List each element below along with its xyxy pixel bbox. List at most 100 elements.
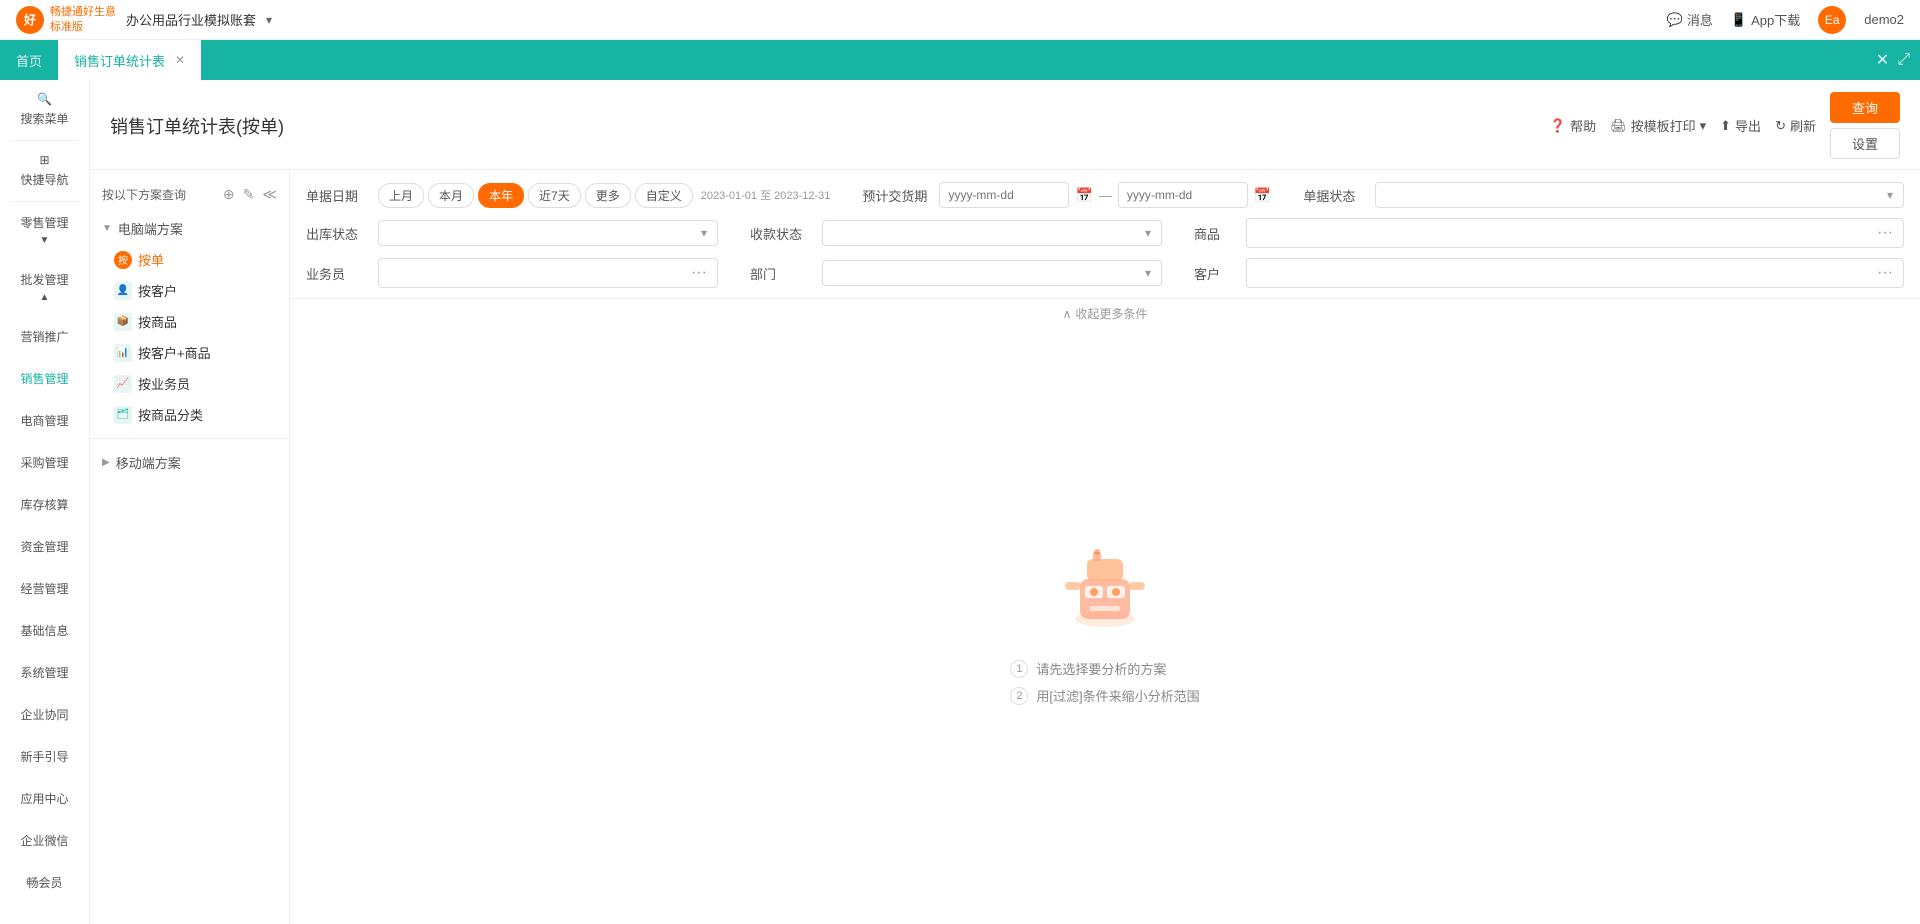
empty-state: 1 请先选择要分析的方案 2 用[过滤]条件来缩小分析范围	[290, 328, 1920, 924]
main-panel: 单据日期 上月 本月 本年 近7天 更多 自定义 2023-01-01 至 20…	[290, 170, 1920, 924]
export-icon: ⬆	[1720, 118, 1731, 134]
department-select[interactable]: ▾	[822, 260, 1162, 286]
wholesale-arrow-icon: ▲	[40, 292, 50, 303]
tab-home[interactable]: 首页	[0, 40, 58, 80]
top-bar-title: 办公用品行业模拟账套	[126, 10, 256, 29]
salesperson-more-icon[interactable]: ···	[691, 264, 707, 282]
desktop-scheme-section: ▼ 电脑端方案 按 按单 👤 按客户 📦	[90, 209, 289, 434]
scheme-by-product[interactable]: 📦 按商品	[102, 306, 289, 337]
sidebar-item-marketing[interactable]: 营销推广	[0, 316, 89, 358]
tab-close-icon[interactable]: ✕	[175, 53, 185, 67]
message-button[interactable]: 💬 消息	[1667, 10, 1713, 29]
product-select[interactable]: ···	[1246, 218, 1904, 248]
mobile-scheme-title[interactable]: ▶ 移动端方案	[90, 447, 289, 478]
collapse-panel-icon[interactable]: ≪	[262, 186, 277, 203]
mobile-scheme-section: ▶ 移动端方案	[90, 443, 289, 482]
expected-delivery-start[interactable]	[939, 182, 1069, 208]
tab-bar-right: ✕ ⤢	[1876, 50, 1920, 70]
sidebar-item-enterprise[interactable]: 企业协同	[0, 694, 89, 736]
edit-scheme-icon[interactable]: ✎	[243, 186, 255, 203]
calendar-start-icon[interactable]: 📅	[1075, 187, 1092, 204]
query-button[interactable]: 查询	[1830, 92, 1900, 123]
empty-robot-svg	[1055, 544, 1155, 634]
scheme-by-salesperson[interactable]: 📈 按业务员	[102, 368, 289, 399]
top-bar-right: 💬 消息 📱 App下载 Ea demo2	[1667, 6, 1904, 34]
mobile-expand-icon: ▶	[102, 457, 110, 468]
tip-item-1: 1 请先选择要分析的方案	[1010, 659, 1199, 678]
app-download-button[interactable]: 📱 App下载	[1731, 10, 1800, 29]
sidebar-item-finance[interactable]: 资金管理	[0, 526, 89, 568]
print-arrow-icon: ▾	[1700, 118, 1707, 134]
by-customer-icon: 👤	[114, 282, 132, 300]
salesperson-label: 业务员	[306, 264, 366, 283]
filter-section: 单据日期 上月 本月 本年 近7天 更多 自定义 2023-01-01 至 20…	[290, 170, 1920, 328]
scheme-by-category[interactable]: 🗂 按商品分类	[102, 399, 289, 430]
custom-date-btn[interactable]: 自定义	[635, 183, 693, 208]
expand-arrow-icon: ▼	[102, 223, 112, 234]
add-scheme-icon[interactable]: ⊕	[223, 186, 235, 203]
shipment-status-label: 出库状态	[306, 224, 366, 243]
payment-status-select[interactable]: ▾	[822, 220, 1162, 246]
tip-num-2: 2	[1010, 687, 1028, 705]
expected-delivery-inputs: 📅 — 📅	[939, 182, 1271, 208]
scheme-by-customer[interactable]: 👤 按客户	[102, 275, 289, 306]
payment-chevron: ▾	[1145, 226, 1151, 240]
user-name[interactable]: demo2	[1864, 12, 1904, 27]
customer-select[interactable]: ···	[1246, 258, 1904, 288]
sidebar-quick-nav[interactable]: ⊞ 快捷导航	[0, 141, 89, 201]
desktop-scheme-items: 按 按单 👤 按客户 📦 按商品 📊 按客	[90, 244, 289, 430]
department-chevron: ▾	[1145, 266, 1151, 280]
shipment-status-select[interactable]: ▾	[378, 220, 718, 246]
by-order-icon: 按	[114, 251, 132, 269]
product-more-icon[interactable]: ···	[1877, 224, 1893, 242]
export-button[interactable]: ⬆ 导出	[1720, 116, 1761, 135]
sidebar-item-newbie[interactable]: 新手引导	[0, 736, 89, 778]
scheme-by-order[interactable]: 按 按单	[102, 244, 289, 275]
more-date-btn[interactable]: 更多	[585, 183, 631, 208]
sidebar-item-inventory[interactable]: 库存核算	[0, 484, 89, 526]
sidebar-item-ecommerce[interactable]: 电商管理	[0, 400, 89, 442]
sidebar-item-sales-mgmt[interactable]: 销售管理	[0, 358, 89, 400]
sidebar-item-operations[interactable]: 经营管理	[0, 568, 89, 610]
search-icon: 🔍	[37, 92, 52, 106]
help-button[interactable]: ❓ 帮助	[1550, 116, 1596, 135]
collapse-label: 收起更多条件	[1075, 305, 1147, 322]
salesperson-select[interactable]: ···	[378, 258, 718, 288]
order-status-select[interactable]: ▾	[1375, 182, 1904, 208]
last-month-btn[interactable]: 上月	[378, 183, 424, 208]
sidebar-item-wholesale[interactable]: 批发管理 ▲	[0, 259, 89, 316]
sidebar-item-app-center[interactable]: 应用中心	[0, 778, 89, 820]
print-button[interactable]: 🖨 按模板打印 ▾	[1610, 116, 1706, 135]
sidebar-item-purchase[interactable]: 采购管理	[0, 442, 89, 484]
setting-button[interactable]: 设置	[1830, 128, 1900, 159]
sidebar-item-membership[interactable]: 畅会员	[0, 862, 89, 904]
desktop-scheme-title[interactable]: ▼ 电脑端方案	[90, 213, 289, 244]
sidebar-item-retail[interactable]: 零售管理 ▼	[0, 202, 89, 259]
scheme-by-customer-product[interactable]: 📊 按客户+商品	[102, 337, 289, 368]
tab-maximize-button[interactable]: ⤢	[1897, 51, 1910, 69]
sidebar-item-corp-wechat[interactable]: 企业微信	[0, 820, 89, 862]
sidebar-item-system[interactable]: 系统管理	[0, 652, 89, 694]
this-year-btn[interactable]: 本年	[478, 183, 524, 208]
by-category-icon: 🗂	[114, 406, 132, 424]
customer-more-icon[interactable]: ···	[1877, 264, 1893, 282]
tab-sales-stat[interactable]: 销售订单统计表 ✕	[58, 40, 201, 80]
expected-delivery-end[interactable]	[1118, 182, 1248, 208]
collapse-bar[interactable]: ∧ 收起更多条件	[290, 298, 1920, 328]
by-salesperson-icon: 📈	[114, 375, 132, 393]
sidebar-search-menu[interactable]: 🔍 搜索菜单	[0, 80, 89, 140]
calendar-end-icon[interactable]: 📅	[1254, 187, 1271, 204]
page-actions: ❓ 帮助 🖨 按模板打印 ▾ ⬆ 导出 ↻ 刷新 查询	[1550, 92, 1900, 159]
top-bar-dropdown[interactable]: ▾	[266, 13, 272, 27]
message-icon: 💬	[1667, 12, 1683, 28]
combined-body: 按以下方案查询 ⊕ ✎ ≪ ▼ 电脑端方案 按 按	[90, 170, 1920, 924]
user-avatar[interactable]: Ea	[1818, 6, 1846, 34]
sidebar-item-basic[interactable]: 基础信息	[0, 610, 89, 652]
last-7-days-btn[interactable]: 近7天	[528, 183, 581, 208]
refresh-button[interactable]: ↻ 刷新	[1775, 116, 1816, 135]
tab-minimize-button[interactable]: ✕	[1876, 50, 1889, 70]
product-label: 商品	[1194, 224, 1234, 243]
logo-text: 畅捷通好生意 标准版	[50, 5, 116, 34]
date-range-text: 2023-01-01 至 2023-12-31	[701, 187, 831, 203]
this-month-btn[interactable]: 本月	[428, 183, 474, 208]
